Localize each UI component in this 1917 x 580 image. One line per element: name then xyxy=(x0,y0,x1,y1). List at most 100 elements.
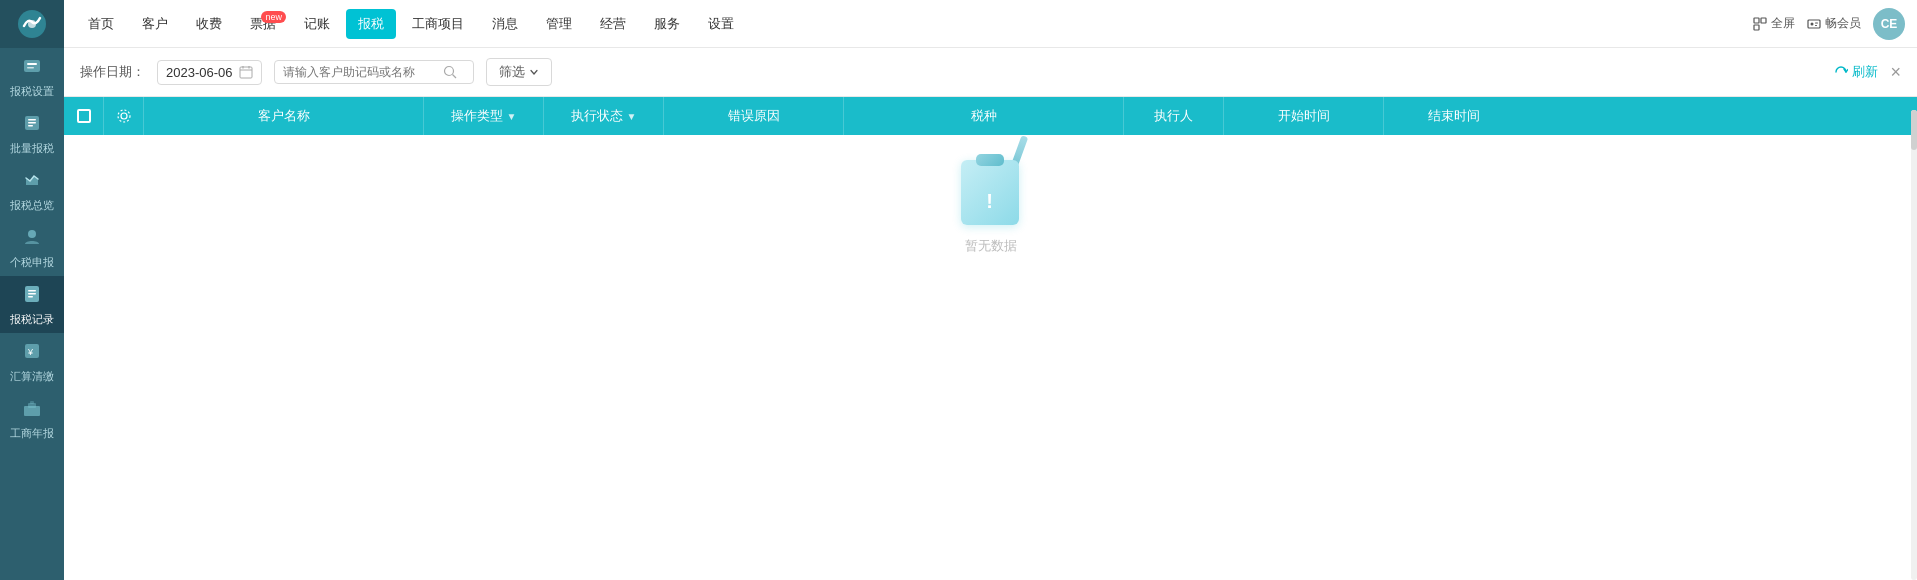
date-picker[interactable]: 2023-06-06 xyxy=(157,60,262,85)
th-exec-status[interactable]: 执行状态 ▼ xyxy=(544,97,664,135)
huisuan-jiaona-icon: ¥ xyxy=(22,341,42,366)
nav-shezhi[interactable]: 设置 xyxy=(696,9,746,39)
fullscreen-btn[interactable]: 全屏 xyxy=(1753,15,1795,32)
chevron-down-icon xyxy=(529,67,539,77)
search-icon xyxy=(443,65,457,79)
calendar-icon xyxy=(239,65,253,79)
svg-rect-12 xyxy=(28,293,36,295)
sidebar-item-huisuan-jiaona[interactable]: ¥ 汇算清缴 xyxy=(0,333,64,390)
th-start-time: 开始时间 xyxy=(1224,97,1384,135)
svg-rect-8 xyxy=(28,125,33,127)
piliang-baoshui-icon xyxy=(22,113,42,138)
nav-fuwu[interactable]: 服务 xyxy=(642,9,692,39)
close-btn[interactable]: × xyxy=(1890,62,1901,83)
nav-guanli[interactable]: 管理 xyxy=(534,9,584,39)
sidebar-item-baoshui-zonlan-label: 报税总览 xyxy=(10,198,54,213)
svg-rect-3 xyxy=(27,63,37,65)
svg-rect-11 xyxy=(28,290,36,292)
svg-rect-18 xyxy=(30,401,34,404)
svg-rect-4 xyxy=(27,67,34,69)
sidebar-item-baoshui-zonlan[interactable]: 报税总览 xyxy=(0,162,64,219)
scrollbar-track xyxy=(1911,110,1917,580)
svg-rect-13 xyxy=(28,296,33,298)
sidebar-item-baoshui-shezhi[interactable]: 报税设置 xyxy=(0,48,64,105)
th-taxtype: 税种 xyxy=(844,97,1124,135)
svg-rect-6 xyxy=(28,119,36,121)
sidebar-item-gongshang-nianbao[interactable]: 工商年报 xyxy=(0,390,64,447)
nav-right: 全屏 畅会员 CE xyxy=(1753,8,1905,40)
nav-shoufei[interactable]: 收费 xyxy=(184,9,234,39)
empty-text: 暂无数据 xyxy=(965,237,1017,255)
member-icon xyxy=(1807,17,1821,31)
content: 操作日期： 2023-06-06 筛选 xyxy=(64,48,1917,580)
sidebar-item-piliang-baoshui[interactable]: 批量报税 xyxy=(0,105,64,162)
sidebar-item-baoshui-jilu[interactable]: 报税记录 xyxy=(0,276,64,333)
scrollbar-thumb[interactable] xyxy=(1911,110,1917,150)
refresh-btn[interactable]: 刷新 xyxy=(1834,63,1878,81)
svg-point-1 xyxy=(28,20,36,28)
svg-rect-20 xyxy=(1761,18,1766,23)
nav-home[interactable]: 首页 xyxy=(76,9,126,39)
sidebar-item-piliang-baoshui-label: 批量报税 xyxy=(10,141,54,156)
nav-xiaoxi[interactable]: 消息 xyxy=(480,9,530,39)
svg-rect-26 xyxy=(240,67,252,78)
th-end-time: 结束时间 xyxy=(1384,97,1524,135)
th-settings xyxy=(104,97,144,135)
sidebar: 报税设置 批量报税 报税总览 个税申报 xyxy=(0,0,64,580)
baoshui-shezhi-icon xyxy=(22,56,42,81)
svg-point-9 xyxy=(28,230,36,238)
sort-icon-exec: ▼ xyxy=(627,111,637,122)
geshui-shenbao-icon xyxy=(22,227,42,252)
svg-point-30 xyxy=(444,67,453,76)
fullscreen-icon xyxy=(1753,17,1767,31)
empty-icon: ! xyxy=(951,135,1031,225)
search-box[interactable] xyxy=(274,60,474,84)
svg-rect-7 xyxy=(28,122,36,124)
svg-point-23 xyxy=(1811,22,1814,25)
sidebar-item-geshui-shenbao[interactable]: 个税申报 xyxy=(0,219,64,276)
nav-jizhang[interactable]: 记账 xyxy=(292,9,342,39)
settings-icon xyxy=(116,108,132,124)
sidebar-item-baoshui-shezhi-label: 报税设置 xyxy=(10,84,54,99)
member-btn[interactable]: 畅会员 xyxy=(1807,15,1861,32)
sidebar-item-huisuan-jiaona-label: 汇算清缴 xyxy=(10,369,54,384)
sidebar-item-geshui-shenbao-label: 个税申报 xyxy=(10,255,54,270)
select-all-checkbox[interactable] xyxy=(77,109,91,123)
svg-point-32 xyxy=(121,113,127,119)
svg-rect-24 xyxy=(1815,22,1818,23)
piaoju-badge: new xyxy=(261,11,286,24)
nav-customer[interactable]: 客户 xyxy=(130,9,180,39)
topnav: 首页 客户 收费 票据 new 记账 报税 工商项目 消息 管理 经营 服务 设… xyxy=(64,0,1917,48)
refresh-icon xyxy=(1834,65,1848,79)
nav-baoshui[interactable]: 报税 xyxy=(346,9,396,39)
avatar[interactable]: CE xyxy=(1873,8,1905,40)
svg-rect-19 xyxy=(1754,18,1759,23)
svg-line-31 xyxy=(452,75,456,79)
table-header: 客户名称 操作类型 ▼ 执行状态 ▼ 错误原因 税种 执行人 xyxy=(64,97,1917,135)
gongshang-nianbao-icon xyxy=(22,398,42,423)
th-operation-type[interactable]: 操作类型 ▼ xyxy=(424,97,544,135)
svg-text:¥: ¥ xyxy=(27,347,34,357)
svg-rect-22 xyxy=(1808,20,1820,28)
empty-state: ! 暂无数据 xyxy=(64,135,1917,295)
th-executor: 执行人 xyxy=(1124,97,1224,135)
baoshui-zonlan-icon xyxy=(22,170,42,195)
main-wrap: 首页 客户 收费 票据 new 记账 报税 工商项目 消息 管理 经营 服务 设… xyxy=(64,0,1917,580)
nav-items: 首页 客户 收费 票据 new 记账 报税 工商项目 消息 管理 经营 服务 设… xyxy=(76,9,1753,39)
th-customer-name: 客户名称 xyxy=(144,97,424,135)
sidebar-logo[interactable] xyxy=(0,0,64,48)
table-wrap: 客户名称 操作类型 ▼ 执行状态 ▼ 错误原因 税种 执行人 xyxy=(64,97,1917,580)
svg-rect-2 xyxy=(24,60,40,72)
filter-btn[interactable]: 筛选 xyxy=(486,58,552,86)
sort-icon: ▼ xyxy=(507,111,517,122)
th-checkbox[interactable] xyxy=(64,97,104,135)
sidebar-item-gongshang-nianbao-label: 工商年报 xyxy=(10,426,54,441)
toolbar: 操作日期： 2023-06-06 筛选 xyxy=(64,48,1917,97)
nav-jingying[interactable]: 经营 xyxy=(588,9,638,39)
table-body: ! 暂无数据 xyxy=(64,135,1917,580)
nav-piaoju[interactable]: 票据 new xyxy=(238,9,288,39)
toolbar-right: 刷新 × xyxy=(1834,62,1901,83)
nav-gongshang[interactable]: 工商项目 xyxy=(400,9,476,39)
svg-point-33 xyxy=(118,110,130,122)
search-input[interactable] xyxy=(283,65,443,79)
